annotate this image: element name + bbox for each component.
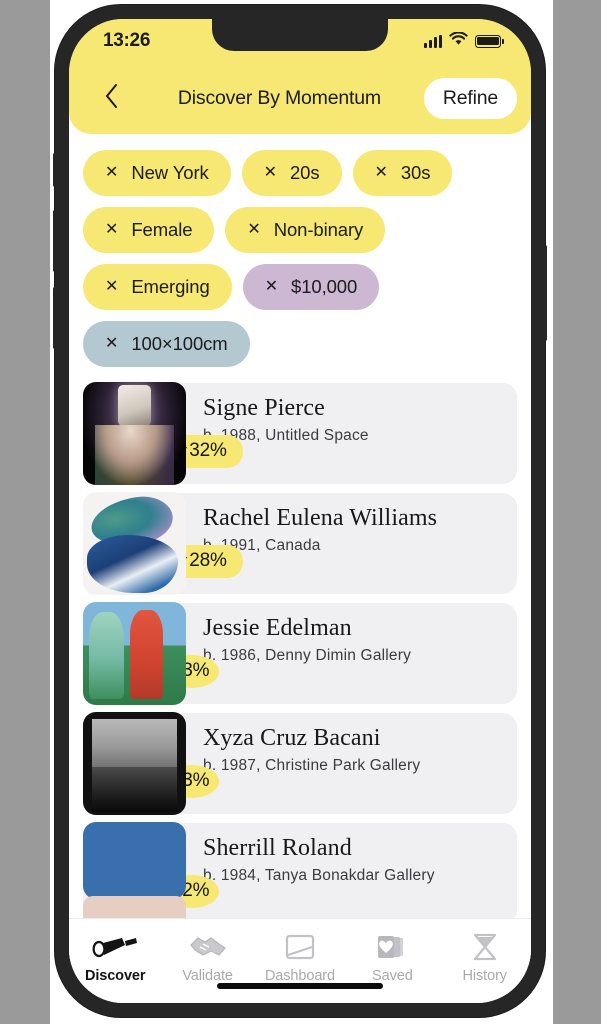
artist-meta: b. 1987, Christine Park Gallery	[203, 756, 421, 774]
battery-full-icon	[475, 34, 504, 48]
page-title: Discover By Momentum	[177, 87, 381, 109]
list-item[interactable]: Signe Pierce b. 1988, Untitled Space ↑32…	[83, 382, 517, 485]
volume-down-button[interactable]	[53, 287, 58, 349]
artist-list: Signe Pierce b. 1988, Untitled Space ↑32…	[69, 377, 531, 940]
artist-meta: b. 1984, Tanya Bonakdar Gallery	[203, 866, 435, 884]
cellular-bars-icon	[424, 34, 442, 48]
filter-chip-label: Non-binary	[273, 219, 364, 240]
power-button[interactable]	[542, 245, 547, 341]
filter-chip-label: Emerging	[131, 276, 210, 297]
list-item[interactable]: Jessie Edelman b. 1986, Denny Dimin Gall…	[83, 602, 517, 705]
artist-thumbnail-jessie-edelman	[83, 602, 186, 705]
chevron-left-icon	[104, 83, 119, 114]
tab-label: History	[462, 968, 508, 984]
artist-meta: b. 1986, Denny Dimin Gallery	[203, 646, 412, 664]
filter-chips: ✕ New York ✕ 20s ✕ 30s ✕ Female ✕ Non-bi…	[69, 134, 531, 377]
back-button[interactable]	[93, 81, 129, 117]
telescope-icon	[92, 932, 138, 962]
filter-chip-new-york[interactable]: ✕ New York	[83, 150, 231, 196]
wifi-icon	[449, 30, 468, 51]
phone-screen: 13:26 Discover By Momentum Refine ✕ New …	[69, 19, 531, 1003]
close-x-icon[interactable]: ✕	[105, 279, 118, 295]
saved-heart-cards-icon	[375, 932, 409, 962]
close-x-icon[interactable]: ✕	[375, 165, 388, 181]
filter-chip-label: 30s	[400, 162, 431, 183]
hourglass-icon	[472, 932, 498, 962]
artist-name: Jessie Edelman	[203, 615, 352, 641]
phone-frame: 13:26 Discover By Momentum Refine ✕ New …	[53, 5, 547, 1017]
list-item[interactable]: Rachel Eulena Williams b. 1991, Canada ↑…	[83, 492, 517, 595]
filter-chip-non-binary[interactable]: ✕ Non-binary	[225, 207, 386, 253]
volume-up-button[interactable]	[53, 210, 58, 272]
filter-chip-label: $10,000	[291, 276, 358, 297]
close-x-icon[interactable]: ✕	[265, 279, 278, 295]
filter-chip-20s[interactable]: ✕ 20s	[241, 150, 342, 196]
dashboard-icon	[285, 932, 315, 962]
close-x-icon[interactable]: ✕	[264, 165, 277, 181]
tab-discover[interactable]: Discover	[76, 932, 154, 984]
artist-thumbnail-rachel-eulena-williams	[83, 492, 186, 595]
close-x-icon[interactable]: ✕	[105, 165, 118, 181]
filter-chip-label: 20s	[289, 162, 320, 183]
list-item-body: Jessie Edelman b. 1986, Denny Dimin Gall…	[164, 603, 421, 704]
tab-label: Dashboard	[264, 968, 335, 984]
list-item[interactable]: Xyza Cruz Bacani b. 1987, Christine Park…	[83, 712, 517, 815]
artist-name: Signe Pierce	[203, 395, 325, 421]
device-notch	[212, 19, 388, 51]
filter-chip-size[interactable]: ✕ 100×100cm	[83, 321, 250, 367]
status-bar-icons	[424, 30, 504, 51]
filter-chip-price[interactable]: ✕ $10,000	[242, 264, 380, 310]
filter-chip-30s[interactable]: ✕ 30s	[352, 150, 453, 196]
thumbnail-block-blue	[83, 822, 186, 900]
list-item[interactable]: Sherrill Roland b. 1984, Tanya Bonakdar …	[83, 822, 517, 940]
filter-chip-emerging[interactable]: ✕ Emerging	[83, 264, 232, 310]
filter-chip-female[interactable]: ✕ Female	[83, 207, 215, 253]
artist-name: Sherrill Roland	[203, 835, 352, 861]
list-item-body: Rachel Eulena Williams b. 1991, Canada ↑…	[166, 493, 447, 594]
tab-validate[interactable]: Validate	[169, 932, 247, 984]
filter-chip-label: New York	[131, 162, 209, 183]
tab-label: Discover	[84, 968, 146, 984]
tab-label: Saved	[372, 968, 413, 984]
artist-thumbnail-xyza-cruz-bacani	[83, 712, 186, 815]
list-item-body: Signe Pierce b. 1988, Untitled Space ↑32…	[166, 383, 379, 484]
refine-button[interactable]: Refine	[423, 78, 517, 119]
tab-saved[interactable]: Saved	[353, 932, 431, 984]
handshake-icon	[189, 932, 227, 962]
tab-label: Validate	[182, 968, 233, 984]
filter-chip-label: 100×100cm	[131, 333, 228, 354]
close-x-icon[interactable]: ✕	[105, 222, 118, 238]
bottom-tab-bar: Discover Validate Dashboard Saved Histor…	[69, 919, 531, 1003]
artist-name: Rachel Eulena Williams	[203, 505, 438, 531]
status-bar-time: 13:26	[103, 30, 151, 51]
close-x-icon[interactable]: ✕	[247, 222, 260, 238]
artist-thumbnail-sherrill-roland	[83, 822, 186, 940]
list-item-body: Sherrill Roland b. 1984, Tanya Bonakdar …	[164, 823, 445, 924]
tab-dashboard[interactable]: Dashboard	[261, 932, 339, 984]
navigation-bar: Discover By Momentum Refine	[69, 63, 531, 134]
artist-thumbnail-signe-pierce	[83, 382, 186, 485]
silent-switch-button[interactable]	[53, 153, 58, 187]
app-header: 13:26 Discover By Momentum Refine	[69, 19, 531, 134]
tab-history[interactable]: History	[446, 932, 524, 984]
close-x-icon[interactable]: ✕	[105, 336, 118, 352]
artist-name: Xyza Cruz Bacani	[203, 725, 381, 751]
filter-chip-label: Female	[131, 219, 193, 240]
list-item-body: Xyza Cruz Bacani b. 1987, Christine Park…	[164, 713, 430, 814]
home-indicator[interactable]	[217, 983, 383, 989]
